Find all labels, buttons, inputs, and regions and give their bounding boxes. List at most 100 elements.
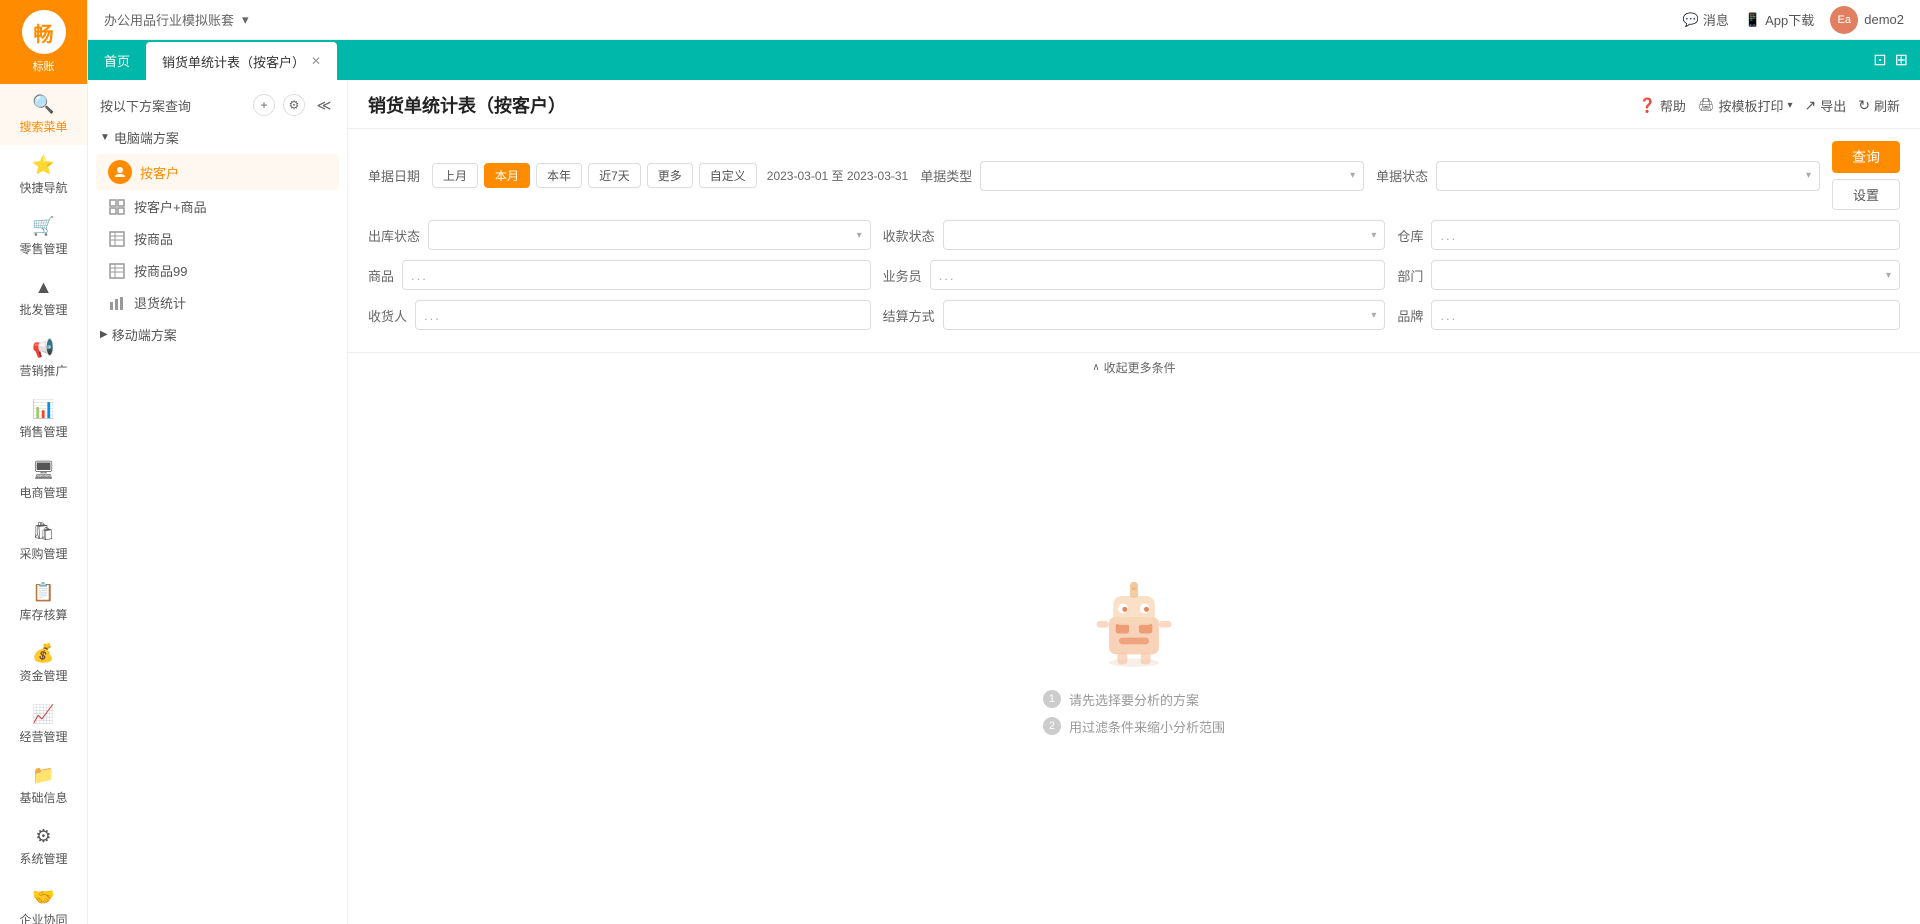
home-tab-label: 首页 — [104, 51, 130, 70]
salesperson-select[interactable]: ... — [930, 260, 1386, 290]
grid-icon — [108, 198, 126, 216]
scheme-item-by-customer[interactable]: 按客户 — [96, 154, 339, 190]
page-header-top: 销货单统计表（按客户） ❓ 帮助 🖨 按模板打印 ▾ ↗ — [368, 92, 1900, 118]
sidebar-item-basic-info[interactable]: 📁 基础信息 — [0, 755, 87, 816]
sidebar-item-wholesale[interactable]: ▲ 批发管理 — [0, 267, 87, 328]
header-left: 办公用品行业模拟账套 ▾ — [104, 10, 249, 29]
doc-type-label: 单据类型 — [920, 166, 972, 185]
outbound-dropdown-icon: ▾ — [857, 230, 862, 241]
sidebar-item-finance[interactable]: 💰 资金管理 — [0, 633, 87, 694]
product-col: 商品 ... — [368, 260, 871, 290]
tab-sales-stats[interactable]: 销货单统计表（按客户） ✕ — [146, 42, 337, 80]
doc-status-select[interactable]: ▾ — [1436, 161, 1820, 191]
product-select[interactable]: ... — [402, 260, 871, 290]
collapse-more-conditions[interactable]: ∧ 收起更多条件 — [348, 352, 1920, 382]
add-scheme-button[interactable]: + — [253, 94, 275, 116]
date-btn-last-month[interactable]: 上月 — [432, 163, 478, 188]
user-menu[interactable]: Ea demo2 — [1830, 6, 1904, 34]
date-btn-this-month[interactable]: 本月 — [484, 163, 530, 188]
close-tab-icon[interactable]: ✕ — [311, 54, 321, 68]
sidebar-item-enterprise[interactable]: 🤝 企业协同 — [0, 877, 87, 924]
maximize-icon[interactable]: ⊞ — [1895, 50, 1908, 70]
desktop-group-header[interactable]: ▼ 电脑端方案 — [96, 122, 339, 153]
inventory-icon: 📋 — [32, 582, 54, 603]
sidebar-item-quick-nav[interactable]: ⭐ 快捷导航 — [0, 145, 87, 206]
table2-icon — [108, 262, 126, 280]
collapse-icon: ≪ — [317, 97, 332, 114]
mobile-group-header[interactable]: ▶ 移动端方案 — [96, 319, 339, 350]
page-actions: ❓ 帮助 🖨 按模板打印 ▾ ↗ 导出 ↻ — [1638, 96, 1900, 115]
scheme-item-by-customer-product[interactable]: 按客户+商品 — [96, 191, 339, 222]
minimize-icon[interactable]: ⊡ — [1873, 50, 1886, 70]
date-btn-more[interactable]: 更多 — [647, 163, 693, 188]
department-select[interactable]: ▾ — [1431, 260, 1900, 290]
sidebar-item-label: 批发管理 — [19, 301, 67, 318]
help-button[interactable]: ❓ 帮助 — [1638, 96, 1685, 115]
date-btn-last-7-days[interactable]: 近7天 — [588, 163, 641, 188]
sidebar-item-search[interactable]: 🔍 搜索菜单 — [0, 84, 87, 145]
robot-svg-icon — [1084, 571, 1184, 671]
tab-home[interactable]: 首页 — [88, 40, 146, 80]
sidebar-item-inventory[interactable]: 📋 库存核算 — [0, 572, 87, 633]
settlement-dropdown-icon: ▾ — [1371, 310, 1376, 321]
scheme-item-by-product[interactable]: 按商品 — [96, 223, 339, 254]
template-print-button[interactable]: 🖨 按模板打印 ▾ — [1698, 96, 1793, 115]
product-label: 商品 — [368, 266, 394, 285]
sidebar-item-operations[interactable]: 📈 经营管理 — [0, 694, 87, 755]
sales-icon: 📊 — [32, 399, 54, 420]
logo-text: 标账 — [33, 58, 55, 74]
settlement-select[interactable]: ▾ — [943, 300, 1386, 330]
avatar-text: Ea — [1838, 14, 1851, 26]
scheme-item-refund-stats[interactable]: 退货统计 — [96, 287, 339, 318]
marketing-icon: 📢 — [32, 338, 54, 359]
sidebar-item-label: 营销推广 — [19, 362, 67, 379]
query-button[interactable]: 查询 — [1832, 141, 1900, 173]
help-label: 帮助 — [1660, 96, 1686, 115]
sidebar-item-sales[interactable]: 📊 销售管理 — [0, 389, 87, 450]
doc-type-select[interactable]: ▾ — [980, 161, 1364, 191]
brand-select[interactable]: ... — [1431, 300, 1900, 330]
export-label: 导出 — [1820, 96, 1846, 115]
scheme-item-by-product-99[interactable]: 按商品99 — [96, 255, 339, 286]
sidebar-item-marketing[interactable]: 📢 营销推广 — [0, 328, 87, 389]
date-filter: 上月 本月 本年 近7天 更多 自定义 2023-03-01 至 2023-03… — [432, 163, 908, 188]
doc-status-dropdown-icon: ▾ — [1806, 170, 1811, 181]
settings-scheme-button[interactable]: ⚙ — [283, 94, 305, 116]
warehouse-select[interactable]: ... — [1431, 220, 1900, 250]
outbound-select[interactable]: ▾ — [428, 220, 871, 250]
app-download-label: App下载 — [1765, 10, 1814, 29]
date-btn-custom[interactable]: 自定义 — [699, 163, 757, 188]
page-title: 销货单统计表（按客户） — [368, 92, 566, 118]
settings-button[interactable]: 设置 — [1832, 179, 1900, 210]
date-btn-this-year[interactable]: 本年 — [536, 163, 582, 188]
doc-status-col: 单据状态 ▾ — [1376, 161, 1820, 191]
refresh-button[interactable]: ↻ 刷新 — [1858, 96, 1900, 115]
scheme-item-label: 退货统计 — [134, 293, 186, 312]
empty-illustration — [1084, 571, 1184, 674]
payment-select[interactable]: ▾ — [943, 220, 1386, 250]
table-icon — [108, 230, 126, 248]
message-button[interactable]: 💬 消息 — [1683, 10, 1729, 29]
tip-text-2: 用过滤条件来缩小分析范围 — [1069, 717, 1225, 736]
empty-state: 1 请先选择要分析的方案 2 用过滤条件来缩小分析范围 — [348, 382, 1920, 924]
export-icon: ↗ — [1805, 97, 1817, 114]
sidebar-item-system[interactable]: ⚙ 系统管理 — [0, 816, 87, 877]
brand-col: 品牌 ... — [1397, 300, 1900, 330]
search-icon: 🔍 — [32, 94, 54, 115]
collapse-panel-button[interactable]: ≪ — [313, 94, 335, 116]
breadcrumb-dropdown-icon[interactable]: ▾ — [242, 12, 249, 28]
filter-row-3: 商品 ... 业务员 ... 部门 — [368, 260, 1900, 290]
up-arrow-icon: ∧ — [1092, 362, 1099, 373]
tip-num-1: 1 — [1043, 690, 1061, 708]
sidebar-item-label: 电商管理 — [19, 484, 67, 501]
consignee-select[interactable]: ... — [415, 300, 871, 330]
sidebar-item-retail[interactable]: 🛒 零售管理 — [0, 206, 87, 267]
export-button[interactable]: ↗ 导出 — [1805, 96, 1847, 115]
sidebar-item-ecommerce[interactable]: 🖥 电商管理 — [0, 450, 87, 511]
salesperson-col: 业务员 ... — [883, 260, 1386, 290]
purchase-icon: 🛍 — [32, 521, 55, 542]
app-download-button[interactable]: 📱 App下载 — [1745, 10, 1814, 29]
sidebar-item-purchase[interactable]: 🛍 采购管理 — [0, 511, 87, 572]
outbound-label: 出库状态 — [368, 226, 420, 245]
payment-col: 收款状态 ▾ — [883, 220, 1386, 250]
